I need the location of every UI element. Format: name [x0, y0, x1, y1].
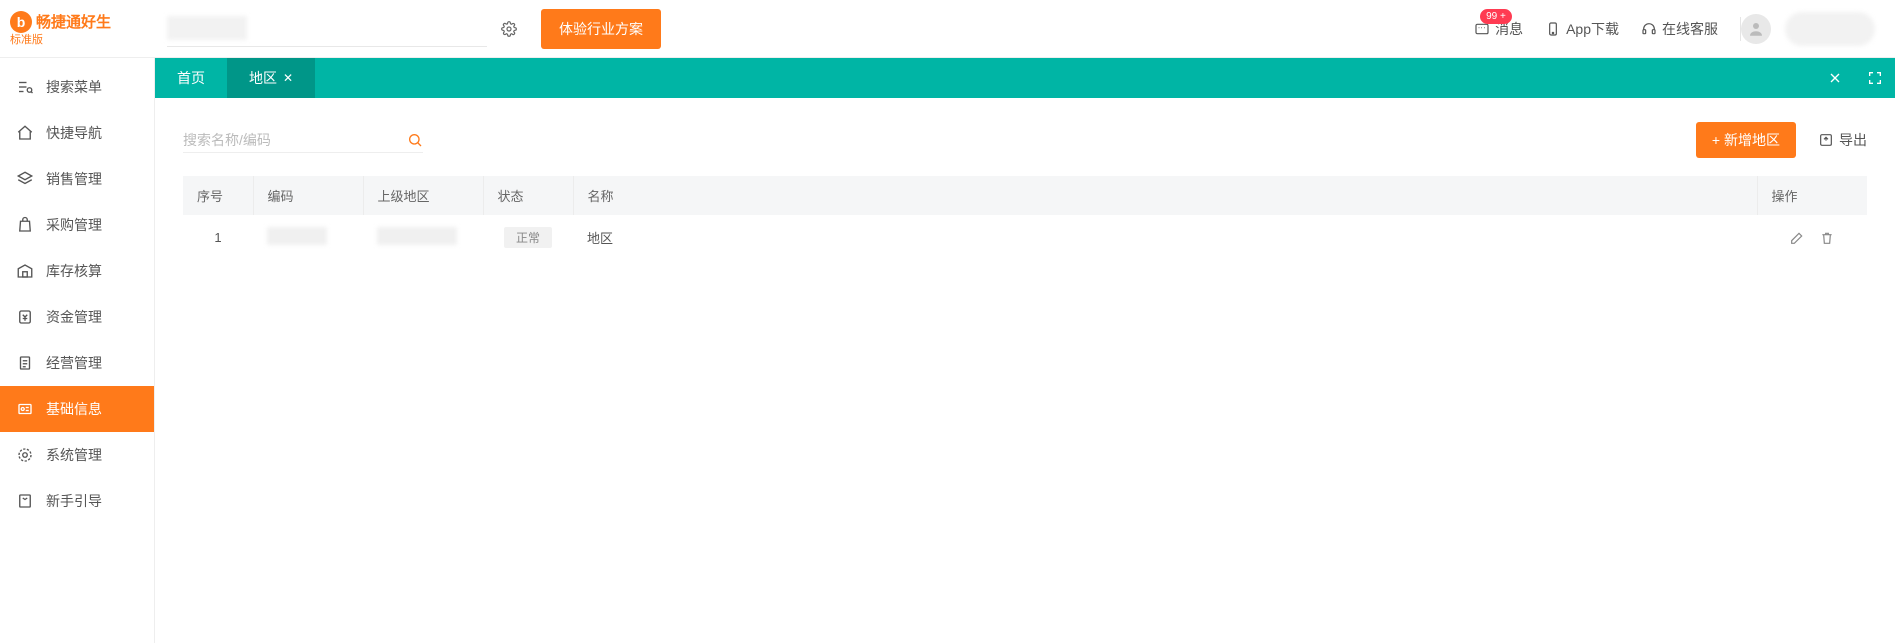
experience-button[interactable]: 体验行业方案	[541, 9, 661, 49]
add-region-button[interactable]: + 新增地区	[1696, 122, 1796, 158]
tab-home[interactable]: 首页	[155, 58, 227, 98]
add-region-label: 新增地区	[1724, 130, 1780, 150]
brand-edition: 标准版	[10, 31, 155, 47]
bag-icon	[16, 216, 34, 234]
online-service-link[interactable]: 在线客服	[1641, 19, 1718, 39]
user-name-redacted	[1785, 12, 1875, 46]
col-parent: 上级地区	[363, 176, 483, 215]
app-download-label: App下载	[1566, 19, 1619, 39]
edit-icon[interactable]	[1789, 230, 1805, 246]
status-tag: 正常	[504, 227, 552, 248]
search-list-icon	[16, 78, 34, 96]
sidebar-item-label: 基础信息	[46, 399, 102, 419]
plus-icon: +	[1712, 132, 1720, 148]
col-ops: 操作	[1757, 176, 1867, 215]
sidebar-item-guide[interactable]: 新手引导	[0, 478, 154, 524]
col-code: 编码	[253, 176, 363, 215]
sidebar-item-system[interactable]: 系统管理	[0, 432, 154, 478]
gear-dashed-icon	[16, 446, 34, 464]
warehouse-icon	[16, 262, 34, 280]
brand: b 畅捷通好生 标准版	[0, 0, 155, 57]
search-input[interactable]	[183, 132, 407, 148]
sidebar-item-label: 销售管理	[46, 169, 102, 189]
topbar: b 畅捷通好生 标准版 体验行业方案 99 + 消息	[0, 0, 1895, 58]
toolbar: + 新增地区 导出	[183, 122, 1867, 158]
sidebar-item-basic-info[interactable]: 基础信息	[0, 386, 154, 432]
region-table: 序号 编码 上级地区 状态 名称 操作 1 正常	[183, 176, 1867, 260]
col-name: 名称	[573, 176, 1757, 215]
brand-logo-icon: b	[10, 11, 32, 33]
sidebar-item-finance[interactable]: 资金管理	[0, 294, 154, 340]
tab-label: 地区	[249, 68, 277, 88]
company-name-redacted	[167, 16, 247, 40]
avatar-icon[interactable]	[1741, 14, 1771, 44]
sidebar-item-label: 库存核算	[46, 261, 102, 281]
headset-icon	[1641, 21, 1657, 37]
money-icon	[16, 308, 34, 326]
search-wrap	[183, 128, 423, 153]
sidebar-item-label: 快捷导航	[46, 123, 102, 143]
clipboard-icon	[16, 354, 34, 372]
cell-ops	[1757, 215, 1867, 260]
messages-link[interactable]: 99 + 消息	[1474, 19, 1523, 39]
export-label: 导出	[1839, 130, 1867, 150]
sidebar-item-label: 新手引导	[46, 491, 102, 511]
delete-icon[interactable]	[1819, 230, 1835, 246]
close-all-tabs-button[interactable]	[1815, 58, 1855, 98]
sidebar-item-quick-nav[interactable]: 快捷导航	[0, 110, 154, 156]
app-download-link[interactable]: App下载	[1545, 19, 1619, 39]
cell-parent	[363, 215, 483, 260]
cell-name: 地区	[573, 215, 1757, 260]
sidebar-item-label: 采购管理	[46, 215, 102, 235]
fullscreen-button[interactable]	[1855, 58, 1895, 98]
sidebar-item-inventory[interactable]: 库存核算	[0, 248, 154, 294]
sidebar-item-sales[interactable]: 销售管理	[0, 156, 154, 202]
col-status: 状态	[483, 176, 573, 215]
export-button[interactable]: 导出	[1818, 130, 1867, 150]
company-selector[interactable]	[167, 10, 487, 47]
sidebar-item-search-menu[interactable]: 搜索菜单	[0, 64, 154, 110]
search-icon[interactable]	[407, 132, 423, 148]
tab-label: 首页	[177, 68, 205, 88]
col-seq: 序号	[183, 176, 253, 215]
redacted-value	[267, 227, 327, 245]
close-icon[interactable]: ✕	[283, 71, 293, 85]
sidebar-item-label: 系统管理	[46, 445, 102, 465]
sidebar: 搜索菜单 快捷导航 销售管理 采购管理 库存核算 资金管理	[0, 58, 155, 643]
online-service-label: 在线客服	[1662, 19, 1718, 39]
home-icon	[16, 124, 34, 142]
cell-code	[253, 215, 363, 260]
card-icon	[16, 400, 34, 418]
sidebar-item-label: 资金管理	[46, 307, 102, 327]
page-region: + 新增地区 导出 序号 编码 上	[155, 98, 1895, 284]
export-icon	[1818, 132, 1834, 148]
sidebar-item-operation[interactable]: 经营管理	[0, 340, 154, 386]
sidebar-item-label: 经营管理	[46, 353, 102, 373]
sidebar-item-label: 搜索菜单	[46, 77, 102, 97]
guide-icon	[16, 492, 34, 510]
tabbar: 首页 地区 ✕	[155, 58, 1895, 98]
sidebar-item-purchase[interactable]: 采购管理	[0, 202, 154, 248]
messages-badge: 99 +	[1480, 9, 1512, 24]
cell-status: 正常	[483, 215, 573, 260]
brand-name: 畅捷通好生	[36, 11, 111, 32]
redacted-value	[377, 227, 457, 245]
tag-icon	[16, 170, 34, 188]
cell-seq: 1	[183, 215, 253, 260]
tab-region[interactable]: 地区 ✕	[227, 58, 315, 98]
settings-icon[interactable]	[501, 21, 517, 37]
table-row: 1 正常 地区	[183, 215, 1867, 260]
mobile-icon	[1545, 21, 1561, 37]
